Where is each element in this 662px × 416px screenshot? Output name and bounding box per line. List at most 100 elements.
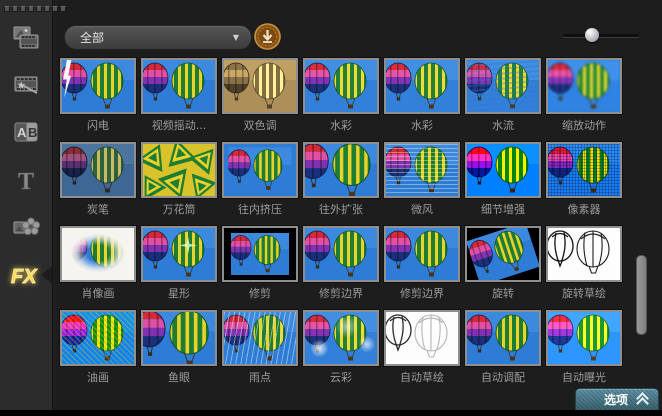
effect-label: 像素器 [567,203,601,216]
effect-thumbnail[interactable] [141,142,217,198]
effect-thumbnail[interactable] [546,310,622,366]
thumbnail-size-slider[interactable] [563,28,639,42]
effect-item-pan[interactable]: 视频摇动... [141,58,217,142]
effect-item-pinch[interactable]: 往内挤压 [222,142,298,226]
effect-item-cropborder[interactable]: 修剪边界 [303,226,379,310]
effect-thumbnail[interactable] [141,310,217,366]
effect-thumbnail[interactable] [222,142,298,198]
slider-knob[interactable] [585,28,599,42]
balloon-preview-image [386,144,458,196]
effect-item-zoommotion[interactable]: 缩放动作 [546,58,622,142]
effect-label: 往外扩张 [319,203,363,216]
sidebar-item-instant-project[interactable] [0,66,52,102]
category-dropdown[interactable]: 全部 ▼ [64,25,252,50]
effect-item-automatch[interactable]: 自动调配 [465,310,541,394]
effect-item-fisheye[interactable]: 鱼眼 [141,310,217,394]
effect-item-enhance[interactable]: 细节增强 [465,142,541,226]
effect-thumbnail[interactable] [546,226,622,282]
effect-thumbnail[interactable] [465,226,541,282]
download-effects-icon [254,23,281,50]
filmstrip-wand-icon [14,76,38,94]
effect-thumbnail[interactable] [465,58,541,114]
effect-thumbnail[interactable] [465,142,541,198]
effect-thumbnail[interactable] [303,310,379,366]
bottom-edge [0,410,662,416]
effect-item-lightning[interactable]: 闪电 [60,58,136,142]
effect-thumbnail[interactable] [303,142,379,198]
sidebar-item-graphic[interactable] [0,209,52,245]
effect-item-autosketch[interactable]: 自动草绘 [384,310,460,394]
effect-item-clouds[interactable]: 云彩 [303,310,379,394]
fx-filter-icon: FX [11,266,39,289]
effect-thumbnail[interactable] [60,226,136,282]
effect-label: 双色调 [243,119,277,132]
options-label: 选项 [603,393,628,407]
effect-thumbnail[interactable] [384,310,460,366]
effect-item-autoexposure[interactable]: 自动曝光 [546,310,622,394]
effect-thumbnail[interactable] [141,58,217,114]
effect-label: 水彩 [411,119,433,132]
effect-item-kaleido[interactable]: 万花筒 [141,142,217,226]
chevron-down-icon: ▼ [232,33,239,42]
download-effects-button[interactable] [254,23,281,50]
effect-thumbnail[interactable] [222,310,298,366]
balloon-preview-image [231,233,289,275]
effect-item-rotate[interactable]: 旋转 [465,226,541,310]
effect-item-watercolor[interactable]: 水彩 [384,58,460,142]
balloon-preview-image [386,312,458,364]
options-button[interactable]: 选项 [574,388,659,410]
balloon-preview-image [143,312,215,364]
balloon-preview-image [548,144,620,196]
effect-label: 云彩 [330,371,352,384]
effect-thumbnail[interactable] [303,226,379,282]
effect-thumbnail[interactable] [60,310,136,366]
effect-label: 旋转 [492,287,514,300]
svg-text:A: A [17,125,27,140]
effect-label: 水流 [492,119,514,132]
effect-thumbnail[interactable] [60,58,136,114]
effect-item-cropborder[interactable]: 修剪边界 [384,226,460,310]
title-text-icon: T [18,169,35,196]
balloon-preview-image [143,144,215,196]
effect-thumbnail[interactable] [384,58,460,114]
sidebar-item-title[interactable]: T [0,163,52,199]
effect-thumbnail[interactable] [546,58,622,114]
effect-thumbnail[interactable] [384,142,460,198]
sidebar-item-transition[interactable]: A B [0,114,52,150]
vertical-scrollbar-thumb[interactable] [636,255,647,335]
slider-track [563,34,639,37]
library-sidebar: A B T FX [0,0,66,410]
effect-label: 视频摇动... [151,119,207,132]
effect-thumbnail[interactable] [546,142,622,198]
effect-item-portrait[interactable]: 肖像画 [60,226,136,310]
videostudio-fx-library-panel: A B T FX 全部 ▼ 闪电 视频摇动... 双色调 水彩 水彩 水流 缩放… [0,0,662,416]
effect-item-breeze[interactable]: 微风 [384,142,460,226]
effect-item-star[interactable]: 星形 [141,226,217,310]
effect-thumbnail[interactable] [141,226,217,282]
panel-grip-dots[interactable] [4,6,66,12]
effect-item-crop[interactable]: 修剪 [222,226,298,310]
effect-item-oil[interactable]: 油画 [60,310,136,394]
effect-thumbnail[interactable] [384,226,460,282]
effect-item-pixel[interactable]: 像素器 [546,142,622,226]
effect-thumbnail[interactable] [465,310,541,366]
effect-item-flow[interactable]: 水流 [465,58,541,142]
effect-item-watercolor[interactable]: 水彩 [303,58,379,142]
sidebar-item-media[interactable] [0,20,52,56]
effect-thumbnail[interactable] [222,58,298,114]
effect-thumbnail[interactable] [222,226,298,282]
effect-item-duotone[interactable]: 双色调 [222,58,298,142]
effect-label: 修剪边界 [400,287,444,300]
effect-label: 油画 [87,371,109,384]
effect-label: 自动曝光 [562,371,606,384]
svg-text:FX: FX [11,266,38,288]
svg-text:T: T [18,169,34,195]
balloon-preview-image [62,144,134,196]
effect-thumbnail[interactable] [60,142,136,198]
effect-thumbnail[interactable] [303,58,379,114]
effect-label: 自动调配 [481,371,525,384]
effect-item-charcoal[interactable]: 炭笔 [60,142,136,226]
effect-item-rain[interactable]: 雨点 [222,310,298,394]
effect-item-punch[interactable]: 往外扩张 [303,142,379,226]
effect-item-rotsketch[interactable]: 旋转草绘 [546,226,622,310]
